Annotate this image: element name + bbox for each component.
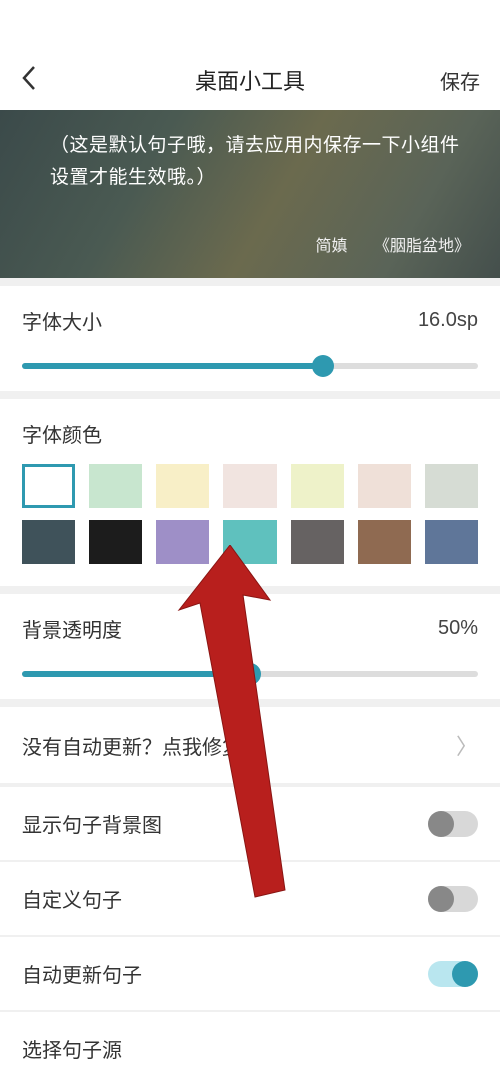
opacity-slider[interactable] bbox=[22, 671, 478, 677]
color-swatch[interactable] bbox=[89, 464, 142, 508]
color-swatch[interactable] bbox=[425, 520, 478, 564]
show-bg-label: 显示句子背景图 bbox=[22, 809, 162, 838]
color-swatch[interactable] bbox=[291, 520, 344, 564]
page-title: 桌面小工具 bbox=[195, 64, 305, 96]
opacity-value: 50% bbox=[438, 617, 478, 640]
auto-update-row: 自动更新句子 bbox=[0, 937, 500, 1010]
back-icon[interactable] bbox=[20, 64, 38, 97]
color-swatch[interactable] bbox=[156, 520, 209, 564]
preview-book: 《胭脂盆地》 bbox=[374, 238, 470, 255]
font-size-value: 16.0sp bbox=[418, 309, 478, 332]
font-size-slider[interactable] bbox=[22, 363, 478, 369]
show-bg-row: 显示句子背景图 bbox=[0, 787, 500, 860]
widget-preview: （这是默认句子哦，请去应用内保存一下小组件设置才能生效哦。） 简嫃 《胭脂盆地》 bbox=[0, 110, 500, 278]
color-swatches bbox=[22, 464, 478, 564]
slider-thumb[interactable] bbox=[312, 355, 334, 377]
color-swatch[interactable] bbox=[223, 464, 276, 508]
color-swatch[interactable] bbox=[358, 520, 411, 564]
font-size-panel: 字体大小 16.0sp bbox=[0, 286, 500, 391]
opacity-label: 背景透明度 bbox=[22, 614, 122, 643]
custom-row: 自定义句子 bbox=[0, 862, 500, 935]
font-size-label: 字体大小 bbox=[22, 306, 102, 335]
source-label: 选择句子源 bbox=[22, 1034, 122, 1063]
color-swatch[interactable] bbox=[358, 464, 411, 508]
color-swatch[interactable] bbox=[22, 520, 75, 564]
custom-toggle[interactable] bbox=[428, 886, 478, 912]
repair-link[interactable]: 没有自动更新？点我修复 〉 bbox=[0, 707, 500, 783]
header-bar: 桌面小工具 保存 bbox=[0, 50, 500, 110]
color-swatch[interactable] bbox=[223, 520, 276, 564]
preview-text: （这是默认句子哦，请去应用内保存一下小组件设置才能生效哦。） bbox=[50, 130, 472, 194]
color-swatch[interactable] bbox=[425, 464, 478, 508]
save-button[interactable]: 保存 bbox=[440, 66, 480, 95]
repair-link-label: 没有自动更新？点我修复 bbox=[22, 731, 242, 760]
status-bar bbox=[0, 0, 500, 50]
font-color-label: 字体颜色 bbox=[22, 419, 478, 448]
show-bg-toggle[interactable] bbox=[428, 811, 478, 837]
opacity-panel: 背景透明度 50% bbox=[0, 594, 500, 699]
custom-label: 自定义句子 bbox=[22, 884, 122, 913]
color-swatch[interactable] bbox=[291, 464, 344, 508]
chevron-right-icon: 〉 bbox=[456, 729, 478, 761]
color-swatch[interactable] bbox=[22, 464, 75, 508]
slider-thumb[interactable] bbox=[239, 663, 261, 685]
auto-update-label: 自动更新句子 bbox=[22, 959, 142, 988]
font-color-panel: 字体颜色 bbox=[0, 399, 500, 586]
auto-update-toggle[interactable] bbox=[428, 961, 478, 987]
color-swatch[interactable] bbox=[156, 464, 209, 508]
source-row[interactable]: 选择句子源 bbox=[0, 1012, 500, 1085]
preview-meta: 简嫃 《胭脂盆地》 bbox=[316, 232, 470, 256]
preview-author: 简嫃 bbox=[316, 238, 348, 255]
color-swatch[interactable] bbox=[89, 520, 142, 564]
